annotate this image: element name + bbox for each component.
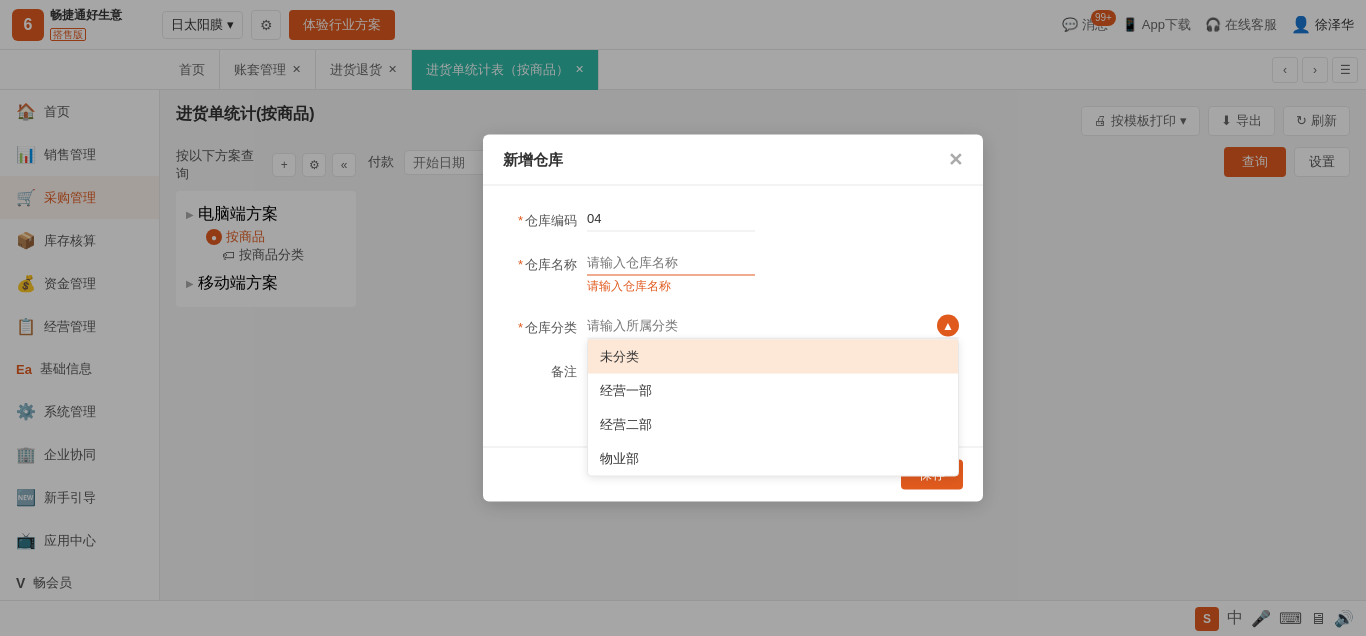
category-option-unclassified[interactable]: 未分类 (588, 340, 958, 374)
warehouse-category-input[interactable] (587, 313, 937, 338)
form-row-category: *仓库分类 ▲ 未分类 经营一部 经营二部 物业部 (507, 313, 959, 339)
modal-close-button[interactable]: ✕ (948, 149, 963, 171)
warehouse-code-input[interactable] (587, 206, 755, 232)
category-dropdown: 未分类 经营一部 经营二部 物业部 (587, 339, 959, 477)
category-input-row: ▲ (587, 313, 959, 339)
category-label: *仓库分类 (507, 313, 577, 337)
category-input-wrapper: ▲ 未分类 经营一部 经营二部 物业部 (587, 313, 959, 339)
modal-header: 新增仓库 ✕ (483, 135, 983, 186)
modal-title: 新增仓库 (503, 150, 563, 169)
code-input-wrapper (587, 206, 959, 232)
name-input-wrapper: 请输入仓库名称 (587, 250, 959, 295)
note-label: 备注 (507, 357, 577, 381)
name-label: *仓库名称 (507, 250, 577, 274)
code-label: *仓库编码 (507, 206, 577, 230)
category-option-property[interactable]: 物业部 (588, 442, 958, 476)
warehouse-name-input[interactable] (587, 250, 755, 276)
form-row-code: *仓库编码 (507, 206, 959, 232)
category-option-ops1[interactable]: 经营一部 (588, 374, 958, 408)
form-row-name: *仓库名称 请输入仓库名称 (507, 250, 959, 295)
modal-body: *仓库编码 *仓库名称 请输入仓库名称 *仓库分类 ▲ (483, 186, 983, 447)
add-warehouse-modal: 新增仓库 ✕ *仓库编码 *仓库名称 请输入仓库名称 *仓库分类 (483, 135, 983, 502)
name-error-message: 请输入仓库名称 (587, 278, 959, 295)
category-option-ops2[interactable]: 经营二部 (588, 408, 958, 442)
category-toggle-button[interactable]: ▲ (937, 314, 959, 336)
